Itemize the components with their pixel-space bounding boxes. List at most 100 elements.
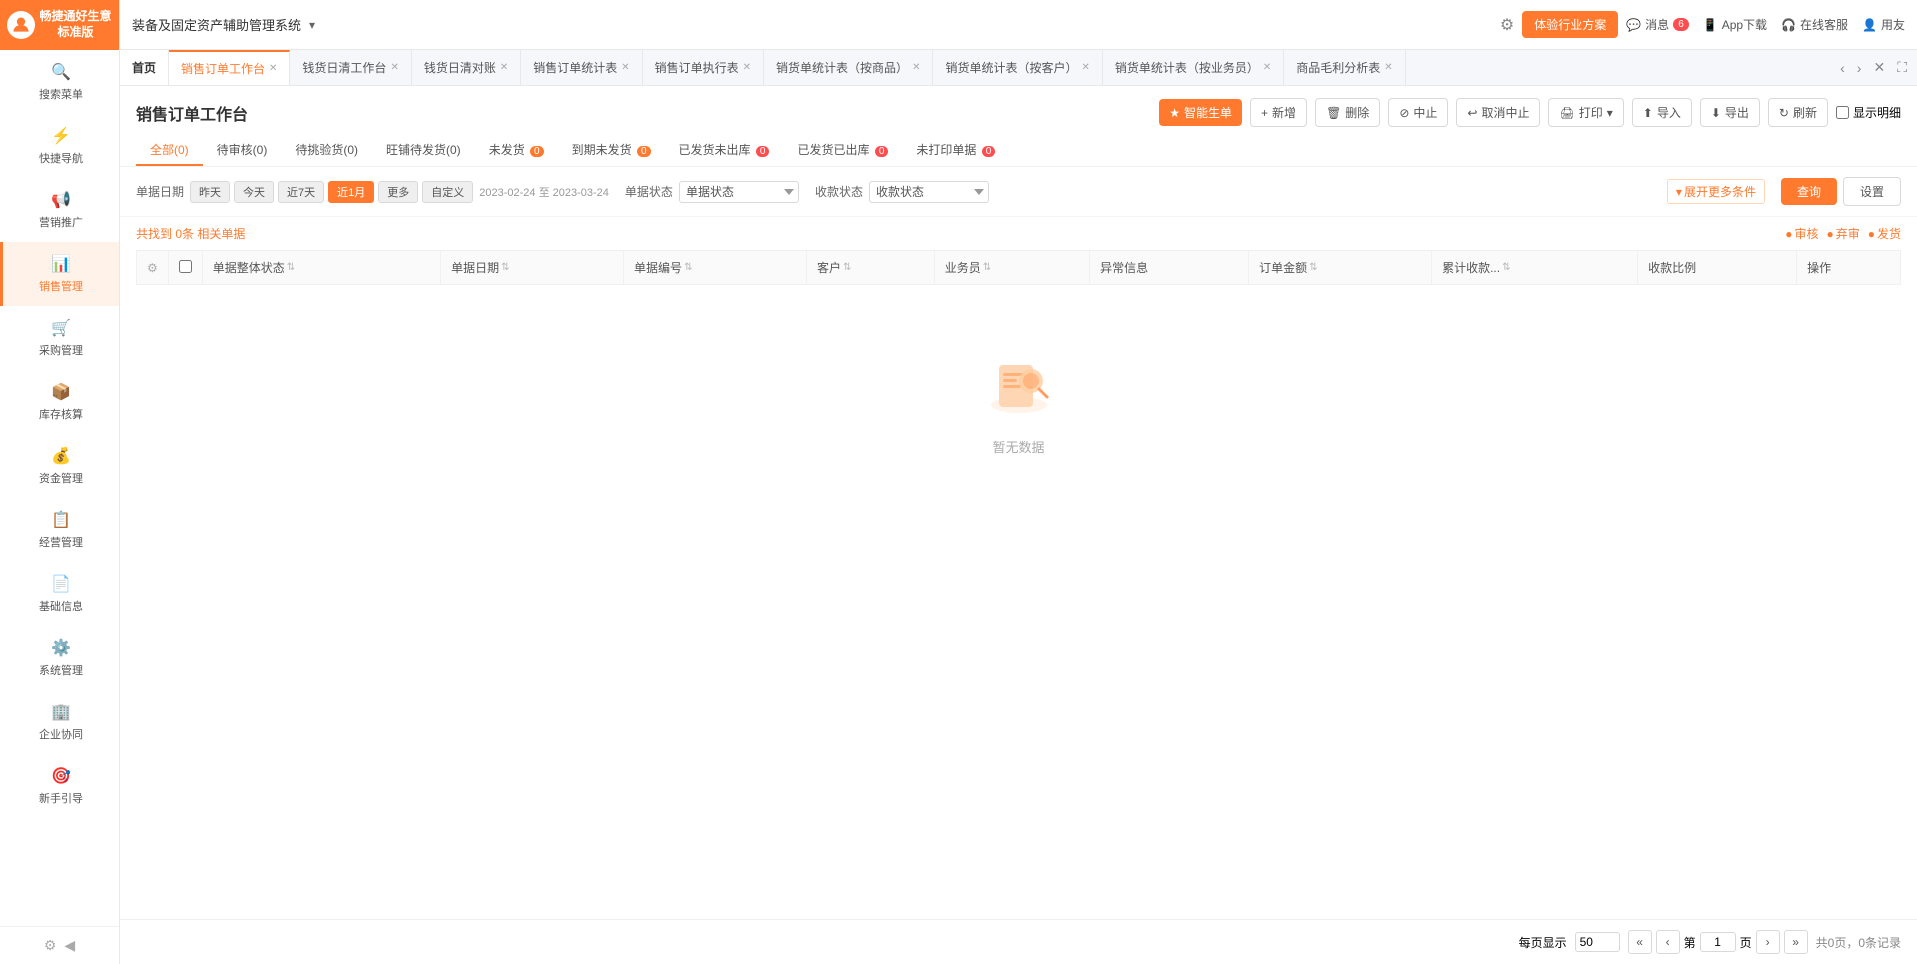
date-btn-7days[interactable]: 近7天 [278,181,324,203]
tab-close-icon[interactable]: ✕ [1081,62,1089,73]
tab-sales-stat-customer[interactable]: 销货单统计表（按客户） ✕ [933,50,1102,86]
sidebar-item-purchase[interactable]: 🛒 采购管理 [0,306,119,370]
sidebar-item-search[interactable]: 🔍 搜索菜单 [0,50,119,114]
subtab-not-shipped[interactable]: 未发货 0 [475,135,558,166]
tab-close-icon[interactable]: ✕ [1263,62,1271,73]
query-button[interactable]: 查询 [1781,178,1837,205]
subtab-shipped-out[interactable]: 已发货已出库 0 [783,135,902,166]
cancel-review-op-button[interactable]: ● 弃审 [1826,225,1859,242]
smart-create-button[interactable]: ★ 智能生单 [1159,99,1242,126]
th-sort-customer[interactable]: 客户 ⇅ [817,259,924,276]
subtab-not-printed[interactable]: 未打印单据 0 [902,135,1009,166]
ship-op-button[interactable]: ● 发货 [1868,225,1901,242]
sidebar-item-inventory[interactable]: 📦 库存核算 [0,370,119,434]
tab-close-icon[interactable]: ✕ [1384,62,1392,73]
tab-product-margin[interactable]: 商品毛利分析表 ✕ [1284,50,1405,86]
sales-icon: 📊 [51,254,71,274]
page-size-select[interactable]: 20 50 100 200 [1575,932,1620,952]
cancel-stop-button[interactable]: ↩ 取消中止 [1456,98,1540,127]
app-download-button[interactable]: 📱 App下载 [1703,16,1767,33]
prev-page-button[interactable]: ‹ [1656,930,1680,954]
sidebar-settings-button[interactable]: ⚙ [44,937,57,954]
tab-close-icon[interactable]: ✕ [500,62,508,73]
payment-filter-select[interactable]: 收款状态 [869,181,989,203]
page-number-input[interactable] [1700,932,1736,952]
th-check[interactable] [168,251,202,285]
sidebar-item-system[interactable]: ⚙️ 系统管理 [0,626,119,690]
subtab-pending-inspect[interactable]: 待挑验货(0) [281,135,372,166]
tab-home[interactable]: 首页 [120,50,169,86]
tab-sales-stat-product[interactable]: 销货单统计表（按商品） ✕ [764,50,933,86]
messages-button[interactable]: 💬 消息 6 [1626,16,1689,33]
tab-close-icon[interactable]: ✕ [743,62,751,73]
tab-scroll-right[interactable]: › [1853,58,1866,78]
expand-filters-button[interactable]: ▾ 展开更多条件 [1667,179,1765,204]
first-page-button[interactable]: « [1628,930,1652,954]
module-dropdown[interactable]: ▾ [309,18,315,32]
sidebar-item-marketing[interactable]: 📢 营销推广 [0,178,119,242]
select-all-checkbox[interactable] [179,260,192,273]
tab-close-icon[interactable]: ✕ [912,62,920,73]
logo-icon [7,11,35,39]
tab-sales-workbench[interactable]: 销售订单工作台 ✕ [169,50,290,86]
settings-icon[interactable]: ⚙ [1500,15,1514,35]
expand-icon: ▾ [1676,185,1682,199]
th-sort-number[interactable]: 单据编号 ⇅ [634,259,796,276]
sidebar-item-quick-nav[interactable]: ⚡ 快捷导航 [0,114,119,178]
subtab-all[interactable]: 全部(0) [136,135,203,166]
review-op-button[interactable]: ● 审核 [1785,225,1818,242]
th-sort-amount[interactable]: 订单金额 ⇅ [1259,259,1421,276]
user-menu[interactable]: 👤 用友 [1862,16,1905,33]
subtab-wangpu-ship[interactable]: 旺铺待发货(0) [372,135,475,166]
date-btn-today[interactable]: 今天 [234,181,274,203]
th-sort-status[interactable]: 单据整体状态 ⇅ [213,259,430,276]
th-settings[interactable]: ⚙ [137,251,169,285]
sidebar-item-base-info[interactable]: 📄 基础信息 [0,562,119,626]
th-sort-date[interactable]: 单据日期 ⇅ [451,259,613,276]
tab-scroll-left[interactable]: ‹ [1836,58,1849,78]
th-sort-received[interactable]: 累计收款... ⇅ [1442,259,1627,276]
show-detail-checkbox[interactable]: 显示明细 [1836,104,1901,121]
sidebar-item-sales[interactable]: 📊 销售管理 [0,242,119,306]
set-button[interactable]: 设置 [1843,177,1901,206]
th-sort-staff[interactable]: 业务员 ⇅ [945,259,1079,276]
subtab-pending-review[interactable]: 待审核(0) [203,135,282,166]
stop-button[interactable]: ⊘ 中止 [1388,98,1448,127]
sidebar-collapse-button[interactable]: ◀ [64,937,75,954]
tab-close-all[interactable]: ✕ [1869,57,1889,78]
tab-sales-stat-staff[interactable]: 销货单统计表（按业务员） ✕ [1103,50,1284,86]
export-button[interactable]: ⬇ 导出 [1700,98,1760,127]
review-dot: ● [1785,227,1792,241]
refresh-button[interactable]: ↻ 刷新 [1768,98,1828,127]
tab-cash-daily[interactable]: 钱货日清工作台 ✕ [290,50,411,86]
import-button[interactable]: ⬆ 导入 [1632,98,1692,127]
tab-sales-stat[interactable]: 销售订单统计表 ✕ [521,50,642,86]
sidebar-item-operation[interactable]: 📋 经营管理 [0,498,119,562]
tab-sales-exec[interactable]: 销售订单执行表 ✕ [643,50,764,86]
tab-cash-reconcile[interactable]: 钱货日清对账 ✕ [412,50,521,86]
industry-solution-button[interactable]: 体验行业方案 [1522,11,1618,38]
table-operations: ● 审核 ● 弃审 ● 发货 [1785,225,1901,242]
subtab-shipped-not-in[interactable]: 已发货未出库 0 [665,135,784,166]
tab-close-icon[interactable]: ✕ [269,63,277,74]
sidebar-item-enterprise[interactable]: 🏢 企业协同 [0,690,119,754]
tab-close-icon[interactable]: ✕ [390,62,398,73]
sidebar-item-finance[interactable]: 💰 资金管理 [0,434,119,498]
show-detail-input[interactable] [1836,106,1849,119]
print-button[interactable]: 🖨 打印 ▾ [1548,98,1623,127]
online-service-button[interactable]: 🎧 在线客服 [1781,16,1848,33]
date-btn-custom[interactable]: 自定义 [422,181,473,203]
sidebar-item-guide[interactable]: 🎯 新手引导 [0,754,119,818]
next-page-button[interactable]: › [1756,930,1780,954]
payment-filter-label: 收款状态 [815,183,863,200]
date-btn-more[interactable]: 更多 [378,181,418,203]
delete-button[interactable]: 🗑 删除 [1315,98,1380,127]
last-page-button[interactable]: » [1784,930,1808,954]
tab-fullscreen[interactable]: ⛶ [1893,57,1911,78]
add-button[interactable]: + 新增 [1250,98,1307,127]
status-filter-select[interactable]: 单据状态 [679,181,799,203]
subtab-overdue-ship[interactable]: 到期未发货 0 [558,135,665,166]
date-btn-yesterday[interactable]: 昨天 [190,181,230,203]
date-btn-1month[interactable]: 近1月 [328,181,374,203]
tab-close-icon[interactable]: ✕ [621,62,629,73]
